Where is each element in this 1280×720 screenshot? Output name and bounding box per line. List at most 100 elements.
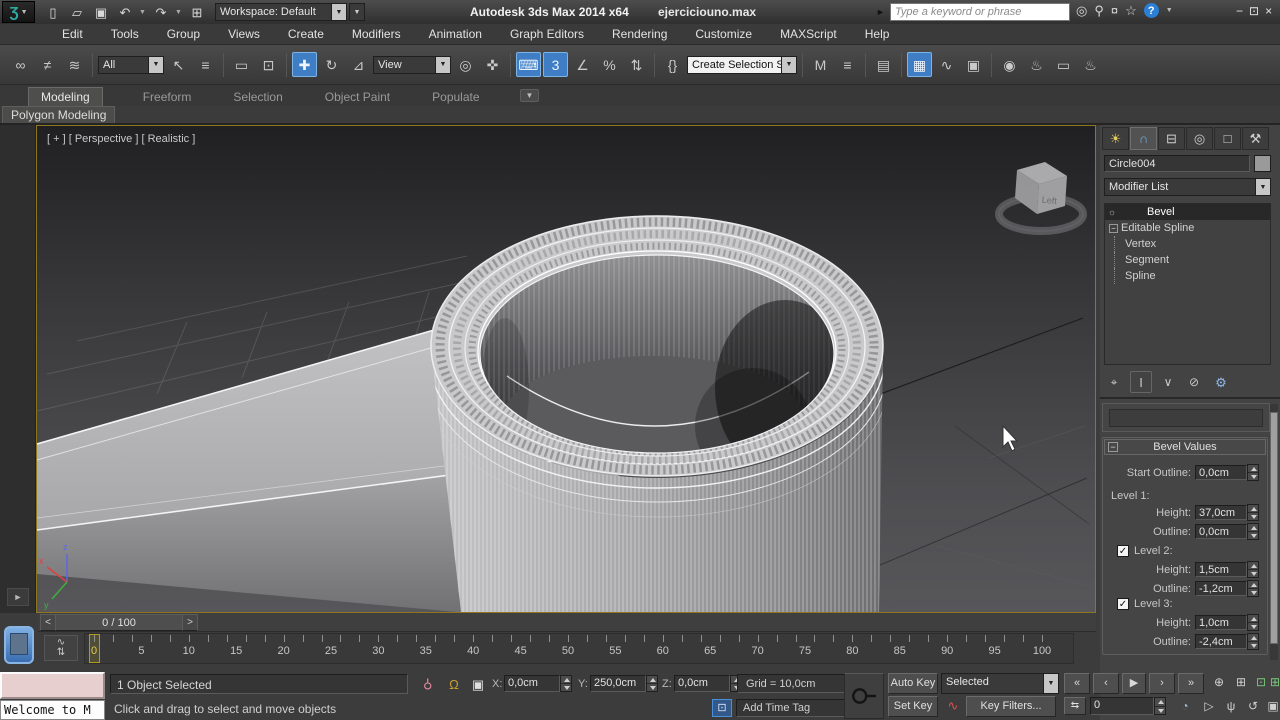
timeline-frame-label[interactable]: 100 bbox=[1033, 645, 1051, 657]
layout-tabs-expand-button[interactable]: ► bbox=[7, 588, 29, 606]
timeline-frame-label[interactable]: 70 bbox=[751, 645, 763, 657]
timeline-frame-label[interactable]: 80 bbox=[846, 645, 858, 657]
display-tab[interactable]: □ bbox=[1214, 127, 1241, 150]
close-button[interactable]: × bbox=[1265, 4, 1272, 18]
zoom-extents-all-button[interactable]: ⊞ bbox=[1264, 673, 1280, 693]
render-setup-button[interactable]: ♨ bbox=[1024, 52, 1049, 77]
snaps-toggle-3d[interactable]: 3 bbox=[543, 52, 568, 77]
isolate-selection-toggle[interactable]: ⚲ bbox=[418, 674, 438, 694]
set-key-button[interactable]: Set Key bbox=[888, 696, 938, 717]
redo-button[interactable]: ↷ bbox=[151, 3, 171, 21]
menu-tools[interactable]: Tools bbox=[97, 27, 153, 41]
level3-outline-spinner[interactable] bbox=[1247, 633, 1259, 650]
previous-frame-button[interactable]: ‹ bbox=[1093, 673, 1119, 694]
select-and-link-button[interactable]: ∞ bbox=[8, 52, 33, 77]
open-mini-curve-editor-button[interactable]: ∿ ⇅ bbox=[44, 635, 78, 661]
reference-coordinate-dropdown[interactable]: View ▼ bbox=[373, 55, 451, 74]
stack-item-spline[interactable]: Spline bbox=[1114, 268, 1270, 284]
timeline-frame-label[interactable]: 30 bbox=[372, 645, 384, 657]
timeline-frame-label[interactable]: 50 bbox=[562, 645, 574, 657]
viewport-layout-tab[interactable] bbox=[4, 626, 34, 664]
time-slider-track[interactable]: < 0 / 100 > bbox=[38, 613, 1096, 632]
set-keys-button[interactable]: ⚲ bbox=[844, 673, 884, 719]
selection-filter-dropdown[interactable]: All ▼ bbox=[98, 55, 164, 74]
make-unique-button[interactable]: ∨ bbox=[1158, 372, 1178, 392]
stack-item-editable-spline[interactable]: − Editable Spline bbox=[1105, 220, 1270, 236]
rollout-collapse-icon[interactable]: − bbox=[1108, 442, 1118, 452]
save-file-button[interactable]: ▣ bbox=[91, 3, 111, 21]
level3-height-spinner[interactable] bbox=[1247, 614, 1259, 631]
window-crossing-toggle[interactable]: ⊡ bbox=[256, 52, 281, 77]
menu-views[interactable]: Views bbox=[214, 27, 274, 41]
menu-edit[interactable]: Edit bbox=[48, 27, 97, 41]
z-coord-input[interactable]: 0,0cm bbox=[674, 675, 742, 692]
start-outline-field[interactable]: 0,0cm bbox=[1195, 465, 1247, 480]
menu-customize[interactable]: Customize bbox=[681, 27, 766, 41]
absolute-offset-toggle[interactable]: ▣ bbox=[468, 674, 488, 694]
stack-item-vertex[interactable]: Vertex bbox=[1114, 236, 1270, 252]
rendered-frame-window-button[interactable]: ▭ bbox=[1051, 52, 1076, 77]
select-and-rotate-button[interactable]: ↻ bbox=[319, 52, 344, 77]
named-selection-set-dropdown[interactable]: Create Selection Sel ▼ bbox=[687, 55, 797, 74]
next-frame-nub[interactable]: > bbox=[182, 614, 198, 631]
timeline-frame-label[interactable]: 45 bbox=[514, 645, 526, 657]
level2-outline-spinner[interactable] bbox=[1247, 580, 1259, 597]
y-coord-spinner[interactable] bbox=[646, 675, 658, 692]
material-editor-button[interactable]: ◉ bbox=[997, 52, 1022, 77]
timeline-frame-label[interactable]: 75 bbox=[799, 645, 811, 657]
application-menu-button[interactable]: Ʒ ▼ bbox=[2, 1, 35, 23]
timeline-frame-label[interactable]: 5 bbox=[138, 645, 144, 657]
next-frame-button[interactable]: › bbox=[1149, 673, 1175, 694]
modify-tab[interactable]: ∩ bbox=[1130, 127, 1157, 150]
level2-checkbox[interactable]: ✓ bbox=[1117, 545, 1129, 557]
y-coord-value[interactable]: 250,0cm bbox=[590, 675, 646, 692]
ribbon-tab-object-paint[interactable]: Object Paint bbox=[323, 88, 392, 106]
level1-outline-field[interactable]: 0,0cm bbox=[1195, 524, 1247, 539]
go-to-end-button[interactable]: » bbox=[1178, 673, 1204, 694]
selection-set-key-dropdown[interactable]: Selected ▼ bbox=[941, 673, 1059, 694]
polygon-modeling-panel[interactable]: Polygon Modeling bbox=[2, 106, 116, 123]
scrollbar-thumb[interactable] bbox=[1270, 412, 1278, 644]
favorites-star-icon[interactable]: ☆ bbox=[1125, 4, 1137, 17]
open-file-button[interactable]: ▱ bbox=[67, 3, 87, 21]
start-outline-spinner[interactable] bbox=[1247, 464, 1259, 481]
ribbon-minimize-button[interactable]: ▼ bbox=[519, 89, 540, 102]
pin-stack-button[interactable]: ⌖ bbox=[1104, 372, 1124, 392]
auto-key-button[interactable]: Auto Key bbox=[888, 673, 938, 694]
z-coord-value[interactable]: 0,0cm bbox=[674, 675, 730, 692]
field-of-view-button[interactable]: ▷ bbox=[1198, 697, 1220, 717]
percent-snap-toggle[interactable]: % bbox=[597, 52, 622, 77]
select-and-manipulate-button[interactable]: ✜ bbox=[480, 52, 505, 77]
play-button[interactable]: ▶ bbox=[1122, 673, 1146, 694]
level3-outline-field[interactable]: -2,4cm bbox=[1195, 634, 1247, 649]
time-configuration-button[interactable]: ◔ bbox=[1174, 697, 1196, 717]
timeline-frame-label[interactable]: 25 bbox=[325, 645, 337, 657]
maxscript-mini-listener[interactable]: Welcome to M bbox=[0, 700, 105, 720]
configure-modifier-sets-button[interactable]: ⚙ bbox=[1210, 372, 1232, 392]
selection-lock-toggle[interactable]: Ω bbox=[444, 674, 464, 694]
menu-maxscript[interactable]: MAXScript bbox=[766, 27, 851, 41]
ribbon-tab-modeling[interactable]: Modeling bbox=[28, 87, 103, 106]
timeline-frame-label[interactable]: 20 bbox=[277, 645, 289, 657]
timeline-frame-label[interactable]: 55 bbox=[609, 645, 621, 657]
subscription-key-icon[interactable]: ⚲ bbox=[1094, 4, 1104, 17]
zoom-all-button[interactable]: ⊞ bbox=[1230, 673, 1252, 693]
create-tab[interactable]: ☀ bbox=[1102, 127, 1129, 150]
maxscript-macro-recorder-pane[interactable] bbox=[0, 672, 105, 699]
spinner-snap-toggle[interactable]: ⇅ bbox=[624, 52, 649, 77]
menu-overflow-icon[interactable]: ► bbox=[876, 7, 885, 17]
frame-spinner[interactable] bbox=[1154, 697, 1166, 715]
level3-checkbox[interactable]: ✓ bbox=[1117, 598, 1129, 610]
time-tag-button[interactable]: ⊡ bbox=[712, 699, 732, 717]
utilities-tab[interactable]: ⚒ bbox=[1242, 127, 1269, 150]
show-end-result-button[interactable]: I bbox=[1130, 371, 1152, 393]
timeline-frame-label[interactable]: 85 bbox=[894, 645, 906, 657]
select-and-move-button[interactable]: ✚ bbox=[292, 52, 317, 77]
new-file-button[interactable]: ▯ bbox=[43, 3, 63, 21]
level1-height-spinner[interactable] bbox=[1247, 504, 1259, 521]
edit-named-selection-sets-button[interactable]: {} bbox=[660, 52, 685, 77]
menu-animation[interactable]: Animation bbox=[415, 27, 496, 41]
timeline-frame-label[interactable]: 90 bbox=[941, 645, 953, 657]
menu-graph-editors[interactable]: Graph Editors bbox=[496, 27, 598, 41]
key-filters-button[interactable]: Key Filters... bbox=[966, 696, 1056, 717]
